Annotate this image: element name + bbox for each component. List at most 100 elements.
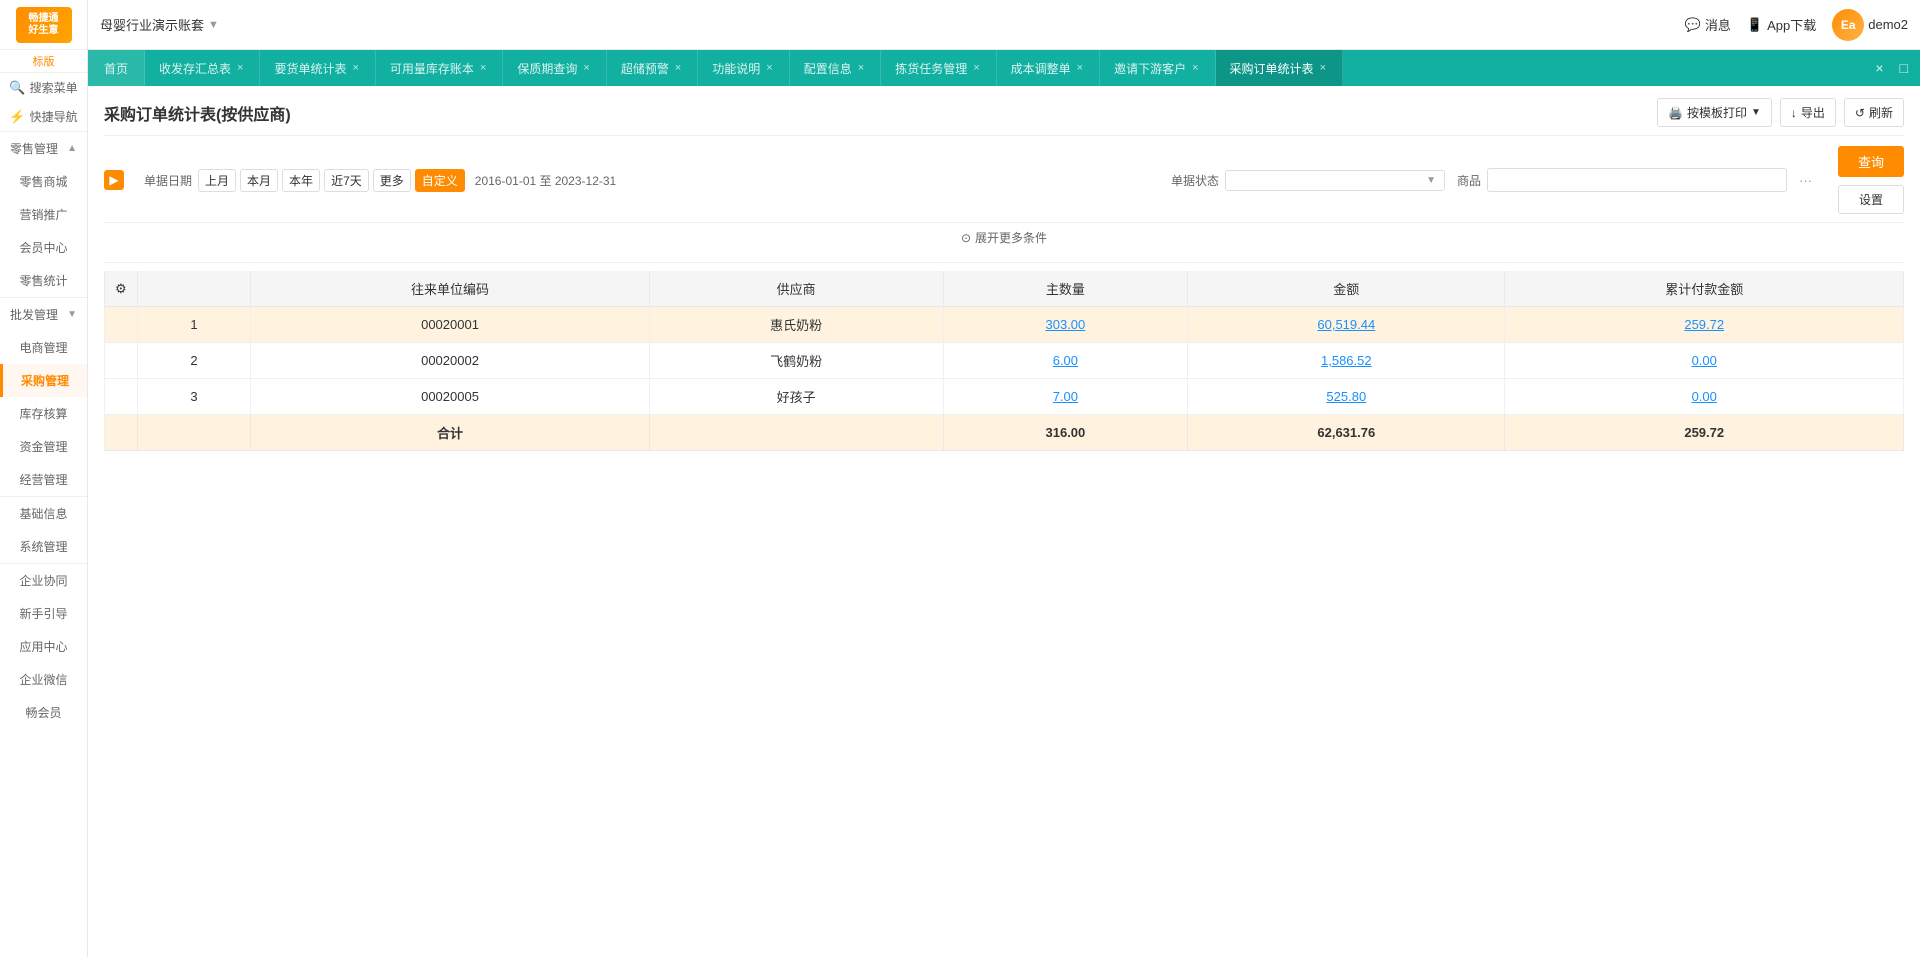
tab-config-close[interactable]: × xyxy=(856,61,866,75)
tab-overstock-close[interactable]: × xyxy=(673,61,683,75)
phone-icon: 📱 xyxy=(1747,17,1763,33)
sidebar-item-member[interactable]: 会员中心 xyxy=(0,231,87,264)
shortcut-custom[interactable]: 自定义 xyxy=(415,169,465,192)
row1-paid-link[interactable]: 259.72 xyxy=(1684,317,1724,332)
tab-available-stock-close[interactable]: × xyxy=(478,61,488,75)
sidebar-item-ecommerce[interactable]: 电商管理 xyxy=(0,331,87,364)
settings-button[interactable]: 设置 xyxy=(1838,185,1904,214)
app-center-label: 应用中心 xyxy=(19,638,67,655)
enterprise-wechat-label: 企业微信 xyxy=(19,671,67,688)
row1-vendor-name: 惠氏奶粉 xyxy=(649,307,943,343)
tabbar: 首页 收发存汇总表 × 要货单统计表 × 可用量库存账本 × 保质期查询 × 超… xyxy=(88,50,1920,86)
sidebar-item-finance[interactable]: 资金管理 xyxy=(0,430,87,463)
print-button[interactable]: 🖨️ 按模板打印 ▼ xyxy=(1657,98,1772,127)
row3-quantity-link[interactable]: 7.00 xyxy=(1053,389,1078,404)
tab-picking-task[interactable]: 拣货任务管理 × xyxy=(881,50,996,86)
sidebar-item-wholesale[interactable]: 批发管理 ▼ xyxy=(0,297,87,331)
sidebar-item-inventory[interactable]: 库存核算 xyxy=(0,397,87,430)
row2-quantity-link[interactable]: 6.00 xyxy=(1053,353,1078,368)
query-button[interactable]: 查询 xyxy=(1838,146,1904,177)
sidebar-item-enterprise[interactable]: 企业协同 xyxy=(0,564,87,597)
tab-receive-summary[interactable]: 收发存汇总表 × xyxy=(145,50,260,86)
quick-nav-icon: ⚡ xyxy=(9,109,25,125)
tab-receive-summary-close[interactable]: × xyxy=(235,61,245,75)
tab-available-stock[interactable]: 可用量库存账本 × xyxy=(376,50,503,86)
tab-invite-downstream[interactable]: 邀请下游客户 × xyxy=(1100,50,1215,86)
page-header: 采购订单统计表(按供应商) 🖨️ 按模板打印 ▼ ↓ 导出 ↺ 刷新 xyxy=(104,86,1904,136)
tab-home-label: 首页 xyxy=(104,60,128,77)
shortcut-last-month[interactable]: 上月 xyxy=(198,169,236,192)
tab-close-all-button[interactable]: × xyxy=(1871,58,1887,78)
th-settings[interactable]: ⚙ xyxy=(105,271,138,307)
ecommerce-label: 电商管理 xyxy=(19,339,67,356)
tab-function-close[interactable]: × xyxy=(764,61,774,75)
refresh-icon: ↺ xyxy=(1855,106,1865,120)
tab-overstock-alert[interactable]: 超储预警 × xyxy=(607,50,698,86)
sidebar-search-label: 搜索菜单 xyxy=(30,79,78,96)
tab-requisition-summary[interactable]: 要货单统计表 × xyxy=(260,50,375,86)
tab-warranty-close[interactable]: × xyxy=(581,61,591,75)
sidebar-item-quick-nav[interactable]: ⚡ 快捷导航 xyxy=(0,102,87,131)
sidebar-item-vip[interactable]: 畅会员 xyxy=(0,696,87,729)
workspace-label: 母婴行业演示账套 xyxy=(100,15,204,34)
shortcut-7days[interactable]: 近7天 xyxy=(324,169,369,192)
goods-filter-more-icon[interactable]: ··· xyxy=(1793,173,1818,188)
sidebar-item-retail[interactable]: 零售管理 ▲ xyxy=(0,131,87,165)
workspace-selector[interactable]: 母婴行业演示账套 ▼ xyxy=(100,15,219,34)
sidebar-item-operation[interactable]: 经营管理 xyxy=(0,463,87,496)
tab-picking-close[interactable]: × xyxy=(971,61,981,75)
export-button[interactable]: ↓ 导出 xyxy=(1780,98,1836,127)
row1-paid-amount: 259.72 xyxy=(1505,307,1904,343)
tab-requisition-close[interactable]: × xyxy=(350,61,360,75)
shortcut-this-month[interactable]: 本月 xyxy=(240,169,278,192)
enterprise-label: 企业协同 xyxy=(19,572,67,589)
sidebar-item-marketing[interactable]: 营销推广 xyxy=(0,198,87,231)
row3-paid-link[interactable]: 0.00 xyxy=(1692,389,1717,404)
tab-invite-close[interactable]: × xyxy=(1190,61,1200,75)
tab-cost-close[interactable]: × xyxy=(1075,61,1085,75)
tab-purchase-summary-close[interactable]: × xyxy=(1318,61,1328,75)
status-filter-label: 单据状态 xyxy=(1171,172,1219,189)
footer-settings xyxy=(105,415,138,451)
row3-amount-link[interactable]: 525.80 xyxy=(1326,389,1366,404)
table-row[interactable]: 3 00020005 好孩子 7.00 525.80 0.00 xyxy=(105,379,1904,415)
status-select[interactable]: ▼ xyxy=(1225,170,1445,191)
sidebar-item-basic-info[interactable]: 基础信息 xyxy=(0,497,87,530)
tab-purchase-summary[interactable]: 采购订单统计表 × xyxy=(1216,50,1343,86)
refresh-label: 刷新 xyxy=(1869,104,1893,121)
retail-label: 零售管理 xyxy=(10,140,58,157)
row1-quantity-link[interactable]: 303.00 xyxy=(1046,317,1086,332)
sidebar-item-enterprise-wechat[interactable]: 企业微信 xyxy=(0,663,87,696)
table-row[interactable]: 1 00020001 惠氏奶粉 303.00 60,519.44 259.72 xyxy=(105,307,1904,343)
user-menu[interactable]: Ea demo2 xyxy=(1832,9,1908,41)
app-download-button[interactable]: 📱 App下载 xyxy=(1747,15,1816,34)
sidebar-item-purchase[interactable]: 采购管理 xyxy=(0,364,87,397)
operation-label: 经营管理 xyxy=(19,471,67,488)
row2-amount-link[interactable]: 1,586.52 xyxy=(1321,353,1372,368)
message-button[interactable]: 💬 消息 xyxy=(1685,15,1731,34)
sidebar-item-system[interactable]: 系统管理 xyxy=(0,530,87,563)
sidebar-item-new-guide[interactable]: 新手引导 xyxy=(0,597,87,630)
goods-filter-input[interactable] xyxy=(1487,168,1787,192)
shortcut-more[interactable]: 更多 xyxy=(373,169,411,192)
table-row[interactable]: 2 00020002 飞鹤奶粉 6.00 1,586.52 0.00 xyxy=(105,343,1904,379)
refresh-button[interactable]: ↺ 刷新 xyxy=(1844,98,1904,127)
shortcut-this-year[interactable]: 本年 xyxy=(282,169,320,192)
filter-expand-more[interactable]: ⊙ 展开更多条件 xyxy=(104,222,1904,252)
tab-config-label: 配置信息 xyxy=(804,60,852,77)
tab-warranty-query[interactable]: 保质期查询 × xyxy=(503,50,606,86)
sidebar-item-retail-stats[interactable]: 零售统计 xyxy=(0,264,87,297)
sidebar-item-search[interactable]: 🔍 搜索菜单 xyxy=(0,73,87,102)
sidebar-item-app-center[interactable]: 应用中心 xyxy=(0,630,87,663)
tab-config-info[interactable]: 配置信息 × xyxy=(790,50,881,86)
row1-amount-link[interactable]: 60,519.44 xyxy=(1317,317,1375,332)
sidebar: 畅捷通好生意 标版 🔍 搜索菜单 ⚡ 快捷导航 零售管理 ▲ 零售商城 营销推广… xyxy=(0,0,88,957)
tab-cost-adjust[interactable]: 成本调整单 × xyxy=(997,50,1100,86)
sidebar-item-retail-mall[interactable]: 零售商城 xyxy=(0,165,87,198)
filter-expand-button[interactable]: ▶ xyxy=(104,170,124,190)
table-header-row: ⚙ 往来单位编码 供应商 主数量 金额 累计付款金额 xyxy=(105,271,1904,307)
tab-function-desc[interactable]: 功能说明 × xyxy=(698,50,789,86)
tab-home[interactable]: 首页 xyxy=(88,50,145,86)
row2-paid-link[interactable]: 0.00 xyxy=(1692,353,1717,368)
tab-maximize-button[interactable]: □ xyxy=(1896,58,1912,78)
